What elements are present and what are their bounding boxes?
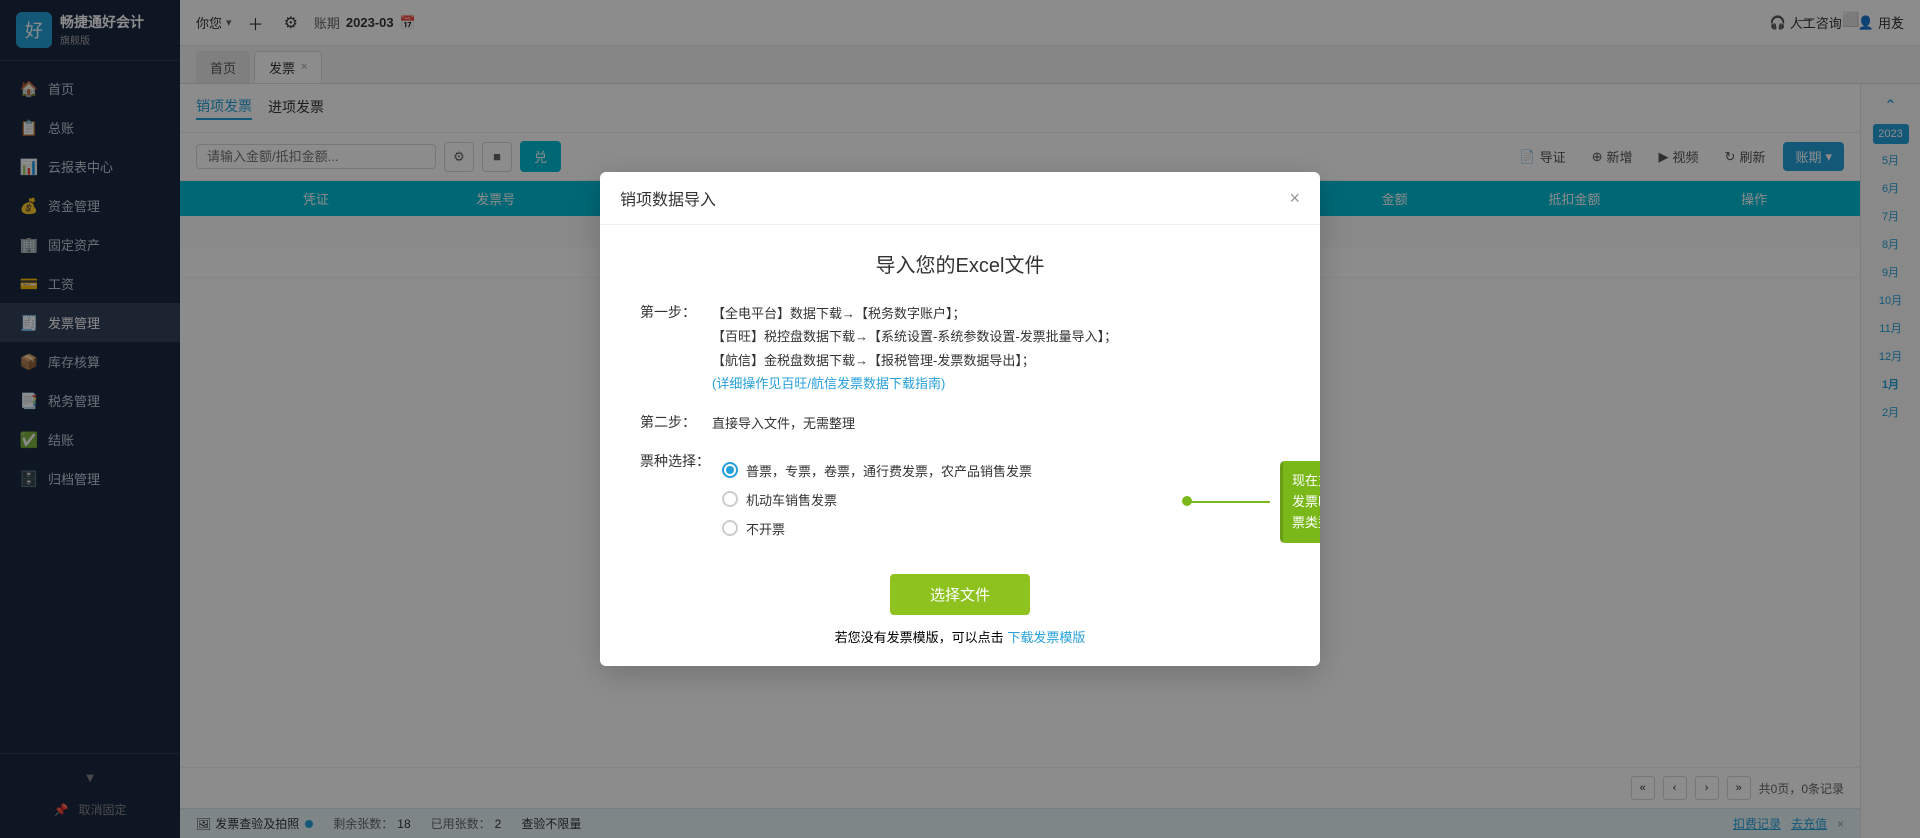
step2-label: 第二步： <box>640 412 700 432</box>
radio-circle-1 <box>722 462 738 478</box>
modal-header: 销项数据导入 × <box>600 172 1320 225</box>
ticket-selection-row: 票种选择： 普票，专票，卷票，通行费发票，农产品销售发票 机动车销售发票 <box>640 451 1280 538</box>
footer-note-row: 若您没有发票模版，可以点击 下载发票模版 <box>835 627 1086 646</box>
step2-row: 第二步： 直接导入文件，无需整理 <box>640 412 1280 435</box>
step2-content: 直接导入文件，无需整理 <box>712 412 855 435</box>
radio-option-2[interactable]: 机动车销售发票 <box>722 490 1032 509</box>
tooltip-text: 现在支持的票种多了，导入发票时别忘了选择正确的发票类型呀! <box>1292 473 1320 530</box>
step1-line-2: 【百旺】税控盘数据下载→【系统设置-系统参数设置-发票批量导入】； <box>712 325 1117 348</box>
tooltip-bar <box>1280 461 1283 543</box>
radio-circle-2 <box>722 491 738 507</box>
radio-option-1[interactable]: 普票，专票，卷票，通行费发票，农产品销售发票 <box>722 461 1032 480</box>
tooltip-container: 现在支持的票种多了，导入发票时别忘了选择正确的发票类型呀! × <box>1280 461 1320 543</box>
radio-circle-3 <box>722 520 738 536</box>
modal-footer: 选择文件 若您没有发票模版，可以点击 下载发票模版 <box>600 558 1320 666</box>
modal-main-title: 导入您的Excel文件 <box>640 249 1280 278</box>
import-modal: 销项数据导入 × 导入您的Excel文件 第一步： 【全电平台】数据下载→【税务… <box>600 172 1320 666</box>
download-template-link[interactable]: 下载发票模版 <box>1007 630 1085 645</box>
footer-note-text: 若您没有发票模版，可以点击 <box>835 630 1004 645</box>
radio-option-3[interactable]: 不开票 <box>722 519 1032 538</box>
radio-dot-1 <box>726 466 734 474</box>
step1-line-3: 【航信】金税盘数据下载→【报税管理-发票数据导出】； <box>712 349 1117 372</box>
step1-guide-link[interactable]: (详细操作见百旺/航信发票数据下载指南) <box>712 372 1117 395</box>
step1-label: 第一步： <box>640 302 700 322</box>
step1-content: 【全电平台】数据下载→【税务数字账户】； 【百旺】税控盘数据下载→【系统设置-系… <box>712 302 1117 396</box>
step1-line-1: 【全电平台】数据下载→【税务数字账户】； <box>712 302 1117 325</box>
radio-group: 普票，专票，卷票，通行费发票，农产品销售发票 机动车销售发票 不开票 <box>722 461 1032 538</box>
modal-overlay[interactable]: 销项数据导入 × 导入您的Excel文件 第一步： 【全电平台】数据下载→【税务… <box>0 0 1920 838</box>
step1-row: 第一步： 【全电平台】数据下载→【税务数字账户】； 【百旺】税控盘数据下载→【系… <box>640 302 1280 396</box>
tooltip-bubble: 现在支持的票种多了，导入发票时别忘了选择正确的发票类型呀! × <box>1280 461 1320 543</box>
modal-close-btn[interactable]: × <box>1289 189 1300 207</box>
modal-title: 销项数据导入 <box>620 186 716 210</box>
select-file-button[interactable]: 选择文件 <box>890 574 1030 615</box>
tooltip-dot <box>1182 496 1192 506</box>
tooltip-line <box>1190 501 1270 503</box>
modal-body: 导入您的Excel文件 第一步： 【全电平台】数据下载→【税务数字账户】； 【百… <box>600 225 1320 558</box>
ticket-label: 票种选择： <box>640 451 710 471</box>
